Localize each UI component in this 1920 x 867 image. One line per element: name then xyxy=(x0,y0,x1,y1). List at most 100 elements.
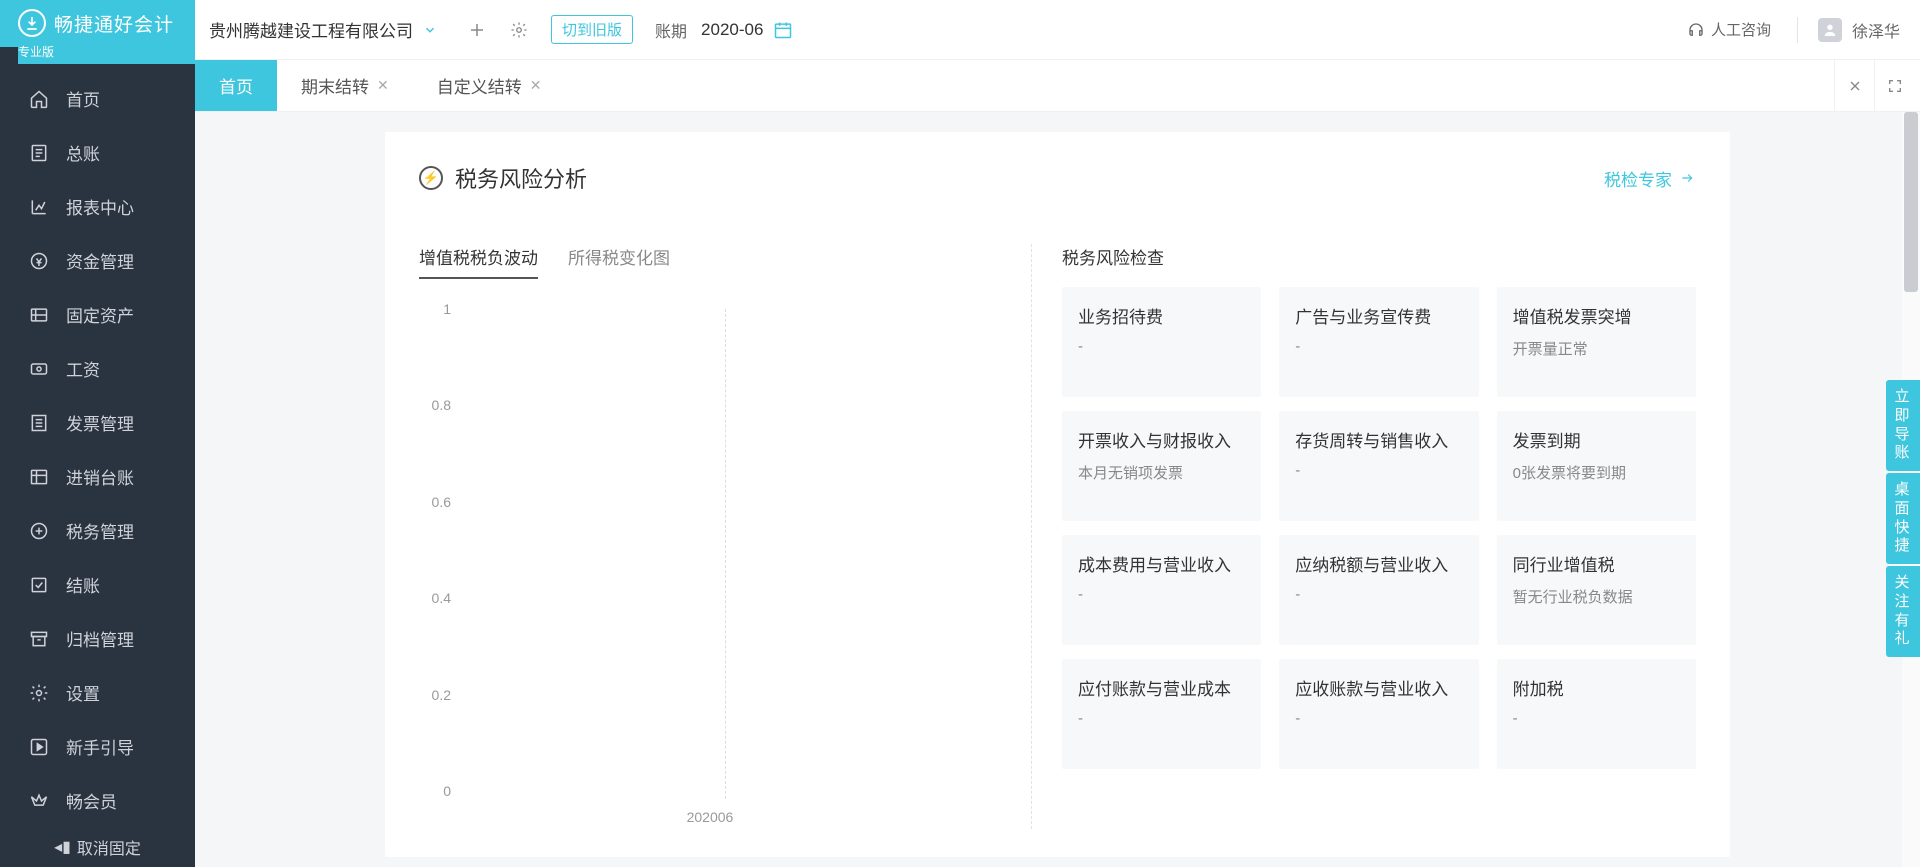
content-area: ⚡ 税务风险分析 税检专家 增值税税负波动 所得税变化图 1 0.8 0.6 0 xyxy=(195,112,1920,867)
nav-label: 固定资产 xyxy=(66,302,134,327)
company-dropdown[interactable] xyxy=(423,23,437,37)
nav-stock-ledger[interactable]: 进销台账 xyxy=(0,450,195,504)
risk-card[interactable]: 开票收入与财报收入本月无销项发票 xyxy=(1062,411,1261,521)
card-value: - xyxy=(1295,338,1462,355)
expert-link[interactable]: 税检专家 xyxy=(1604,166,1696,191)
card-value: 暂无行业税负数据 xyxy=(1513,586,1680,607)
risk-card[interactable]: 成本费用与营业收入- xyxy=(1062,535,1261,645)
settings-icon[interactable] xyxy=(509,20,529,40)
nav-label: 工资 xyxy=(66,356,100,381)
card-value: - xyxy=(1078,586,1245,603)
card-title: 应纳税额与营业收入 xyxy=(1295,551,1462,576)
nav-label: 结账 xyxy=(66,572,100,597)
arrow-right-icon xyxy=(1678,171,1696,185)
tab-period-end[interactable]: 期末结转✕ xyxy=(277,60,413,111)
card-title: 广告与业务宣传费 xyxy=(1295,303,1462,328)
plus-icon[interactable] xyxy=(467,20,487,40)
card-value: 开票量正常 xyxy=(1513,338,1680,359)
stock-icon xyxy=(28,466,50,488)
chart-tabs: 增值税税负波动 所得税变化图 xyxy=(419,244,1001,279)
card-title: 存货周转与销售收入 xyxy=(1295,427,1462,452)
nav-close-period[interactable]: 结账 xyxy=(0,558,195,612)
nav-reports[interactable]: 报表中心 xyxy=(0,180,195,234)
nav-invoice[interactable]: 发票管理 xyxy=(0,396,195,450)
panel-body: 增值税税负波动 所得税变化图 1 0.8 0.6 0.4 0.2 0 xyxy=(419,244,1696,829)
y-tick: 0.6 xyxy=(419,494,459,510)
nav-ledger[interactable]: 总账 xyxy=(0,126,195,180)
risk-card[interactable]: 发票到期0张发票将要到期 xyxy=(1497,411,1696,521)
ledger-icon xyxy=(28,142,50,164)
logo-icon xyxy=(18,9,46,37)
card-value: - xyxy=(1295,710,1462,727)
close-period-icon xyxy=(28,574,50,596)
close-icon[interactable]: ✕ xyxy=(377,77,389,94)
float-tab-follow[interactable]: 关注有礼 xyxy=(1886,566,1920,657)
gear-icon xyxy=(28,682,50,704)
home-icon xyxy=(28,88,50,110)
avatar[interactable] xyxy=(1818,18,1842,42)
float-tab-import[interactable]: 立即导账 xyxy=(1886,380,1920,471)
card-title: 应收账款与营业收入 xyxy=(1295,675,1462,700)
risk-card[interactable]: 附加税- xyxy=(1497,659,1696,769)
nav-tax[interactable]: 税务管理 xyxy=(0,504,195,558)
nav-label: 总账 xyxy=(66,140,100,165)
nav-label: 进销台账 xyxy=(66,464,134,489)
fullscreen-icon[interactable] xyxy=(1874,60,1914,112)
nav-funds[interactable]: 资金管理 xyxy=(0,234,195,288)
chart-tab-income-tax[interactable]: 所得税变化图 xyxy=(568,244,670,279)
nav-salary[interactable]: 工资 xyxy=(0,342,195,396)
tab-home[interactable]: 首页 xyxy=(195,60,277,111)
collapse-icon: ◂▮ xyxy=(54,837,71,857)
nav-assets[interactable]: 固定资产 xyxy=(0,288,195,342)
risk-card[interactable]: 应付账款与营业成本- xyxy=(1062,659,1261,769)
bolt-icon: ⚡ xyxy=(419,166,443,190)
close-icon[interactable]: ✕ xyxy=(530,77,542,94)
calendar-icon[interactable] xyxy=(773,20,793,40)
risk-card[interactable]: 增值税发票突增开票量正常 xyxy=(1497,287,1696,397)
risk-card[interactable]: 应收账款与营业收入 - xyxy=(1279,659,1478,769)
divider xyxy=(1797,17,1798,43)
risk-card[interactable]: 应纳税额与营业收入- xyxy=(1279,535,1478,645)
consult-link[interactable]: 人工咨询 xyxy=(1687,19,1771,40)
vip-icon xyxy=(28,790,50,812)
float-tab-desktop[interactable]: 桌面快捷 xyxy=(1886,473,1920,564)
risk-card[interactable]: 广告与业务宣传费 - xyxy=(1279,287,1478,397)
logo-edition: 专业版 xyxy=(18,43,195,64)
period-label: 账期 xyxy=(655,18,687,42)
y-tick: 0.2 xyxy=(419,687,459,703)
unpin-sidebar[interactable]: ◂▮ 取消固定 xyxy=(0,828,195,867)
card-value: - xyxy=(1295,462,1462,479)
tab-custom-carryover[interactable]: 自定义结转✕ xyxy=(413,60,566,111)
risk-card[interactable]: 存货周转与销售收入 - xyxy=(1279,411,1478,521)
x-tick: 202006 xyxy=(687,809,734,825)
nav-label: 设置 xyxy=(66,680,100,705)
archive-icon xyxy=(28,628,50,650)
invoice-icon xyxy=(28,412,50,434)
nav-guide[interactable]: 新手引导 xyxy=(0,720,195,774)
tax-icon xyxy=(28,520,50,542)
plot-area xyxy=(459,309,991,799)
switch-old-version-button[interactable]: 切到旧版 xyxy=(551,15,633,44)
card-title: 应付账款与营业成本 xyxy=(1078,675,1245,700)
nav-archive[interactable]: 归档管理 xyxy=(0,612,195,666)
scrollbar-thumb[interactable] xyxy=(1904,112,1918,292)
tabbar: 首页 期末结转✕ 自定义结转✕ xyxy=(195,60,1920,112)
chart-column: 增值税税负波动 所得税变化图 1 0.8 0.6 0.4 0.2 0 xyxy=(419,244,1032,829)
nav-home[interactable]: 首页 xyxy=(0,72,195,126)
card-title: 业务招待费 xyxy=(1078,303,1245,328)
nav-settings[interactable]: 设置 xyxy=(0,666,195,720)
risk-card[interactable]: 业务招待费- xyxy=(1062,287,1261,397)
chart-area: 1 0.8 0.6 0.4 0.2 0 202006 xyxy=(419,301,1001,829)
chart-tab-vat[interactable]: 增值税税负波动 xyxy=(419,244,538,279)
close-all-tabs[interactable] xyxy=(1834,60,1874,112)
risk-card[interactable]: 同行业增值税暂无行业税负数据 xyxy=(1497,535,1696,645)
topbar: 贵州腾越建设工程有限公司 切到旧版 账期 2020-06 人工咨询 徐泽华 xyxy=(195,0,1920,60)
unpin-label: 取消固定 xyxy=(77,835,141,859)
username[interactable]: 徐泽华 xyxy=(1852,18,1900,42)
y-tick: 0 xyxy=(419,783,459,799)
card-title: 附加税 xyxy=(1513,675,1680,700)
y-tick: 0.4 xyxy=(419,590,459,606)
y-axis: 1 0.8 0.6 0.4 0.2 0 xyxy=(419,301,459,799)
asset-icon xyxy=(28,304,50,326)
nav-member[interactable]: 畅会员 xyxy=(0,774,195,828)
